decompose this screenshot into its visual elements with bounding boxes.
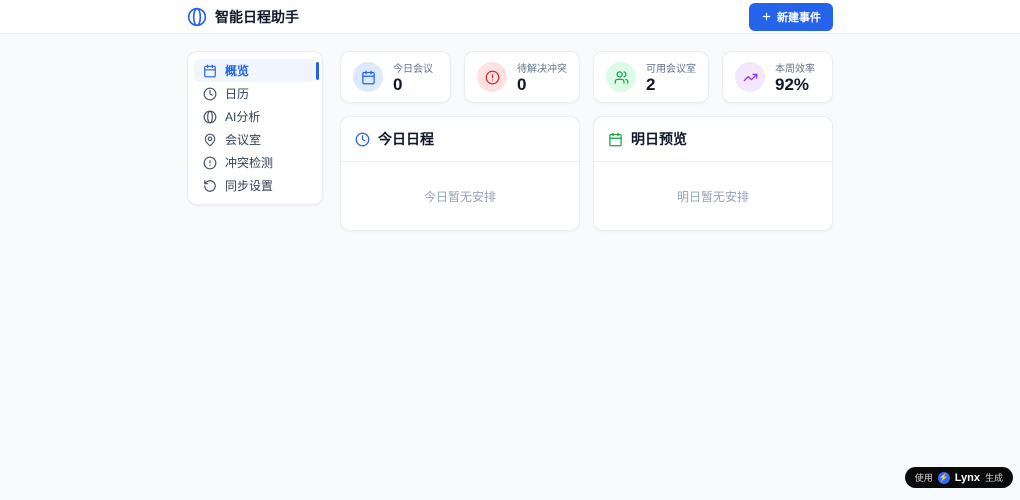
sidebar: 概览 日历 AI分析 会议室 冲突检测 同步设置 <box>187 51 323 205</box>
clock-icon <box>203 87 217 100</box>
sidebar-item-label: 会议室 <box>225 133 262 147</box>
sidebar-item-label: 日历 <box>225 87 250 101</box>
stat-card-pending-conflicts: 待解决冲突 0 <box>464 51 580 103</box>
sidebar-item-label: AI分析 <box>225 110 261 124</box>
badge-suffix: 生成 <box>984 473 1003 483</box>
stat-value: 92% <box>775 74 810 94</box>
badge-brand: Lynx <box>954 471 980 484</box>
lynx-logo-icon: ⚡ <box>937 471 950 484</box>
sidebar-item-ai-analysis[interactable]: AI分析 <box>194 105 316 128</box>
ai-lens-icon <box>203 110 217 123</box>
panel-today-schedule: 今日日程 今日暂无安排 <box>340 116 580 231</box>
sidebar-item-label: 同步设置 <box>225 179 274 193</box>
map-pin-icon <box>204 133 216 146</box>
brand: 智能日程助手 <box>187 7 299 27</box>
calendar-icon <box>609 132 622 146</box>
sidebar-item-label: 概览 <box>225 64 250 78</box>
users-icon <box>606 62 636 92</box>
panels-row: 今日日程 今日暂无安排 明日预览 明日暂无安排 <box>340 116 833 231</box>
stat-card-week-efficiency: 本周效率 92% <box>722 51 833 103</box>
stats-row: 今日会议 0 待解决冲突 0 可用会议室 2 本周效率 92% <box>340 51 833 103</box>
content-area: 今日会议 0 待解决冲突 0 可用会议室 2 本周效率 92% 今日日程 今日暂… <box>340 51 833 231</box>
alert-circle-icon <box>477 62 507 92</box>
stat-value: 0 <box>393 74 403 94</box>
stat-label: 今日会议 <box>393 63 433 75</box>
stat-card-today-meetings: 今日会议 0 <box>340 51 451 103</box>
sidebar-item-calendar[interactable]: 日历 <box>194 82 316 105</box>
panel-title: 明日预览 <box>631 131 687 147</box>
clock-icon <box>355 132 370 146</box>
sidebar-item-overview[interactable]: 概览 <box>194 59 316 82</box>
app-logo-icon <box>187 7 207 26</box>
plus-icon <box>762 12 771 21</box>
new-event-button[interactable]: 新建事件 <box>749 2 833 31</box>
stat-label: 可用会议室 <box>646 63 696 75</box>
stat-label: 待解决冲突 <box>517 63 567 75</box>
calendar-icon <box>204 64 216 77</box>
panel-tomorrow-preview: 明日预览 明日暂无安排 <box>593 116 833 231</box>
badge-prefix: 使用 <box>914 473 933 483</box>
app-title: 智能日程助手 <box>215 8 299 25</box>
empty-state-text: 明日暂无安排 <box>676 189 749 204</box>
trending-up-icon <box>735 62 765 92</box>
calendar-icon <box>353 62 383 92</box>
new-event-button-label: 新建事件 <box>777 11 821 24</box>
app-header: 智能日程助手 新建事件 <box>0 0 1020 34</box>
stat-card-available-rooms: 可用会议室 2 <box>593 51 709 103</box>
sidebar-item-sync-settings[interactable]: 同步设置 <box>194 174 316 197</box>
stat-label: 本周效率 <box>775 63 815 75</box>
sidebar-item-meeting-rooms[interactable]: 会议室 <box>194 128 316 151</box>
sidebar-item-conflict-detection[interactable]: 冲突检测 <box>194 151 316 174</box>
lynx-generated-badge[interactable]: 使用 ⚡ Lynx 生成 <box>904 467 1013 488</box>
empty-state-text: 今日暂无安排 <box>423 189 496 204</box>
stat-value: 2 <box>646 74 656 94</box>
sidebar-item-label: 冲突检测 <box>225 156 274 170</box>
main-container: 概览 日历 AI分析 会议室 冲突检测 同步设置 今日会议 0 待解决冲突 0 … <box>187 51 833 231</box>
alert-circle-icon <box>203 156 217 169</box>
stat-value: 0 <box>517 74 527 94</box>
sync-icon <box>204 179 216 192</box>
panel-title: 今日日程 <box>378 131 434 147</box>
